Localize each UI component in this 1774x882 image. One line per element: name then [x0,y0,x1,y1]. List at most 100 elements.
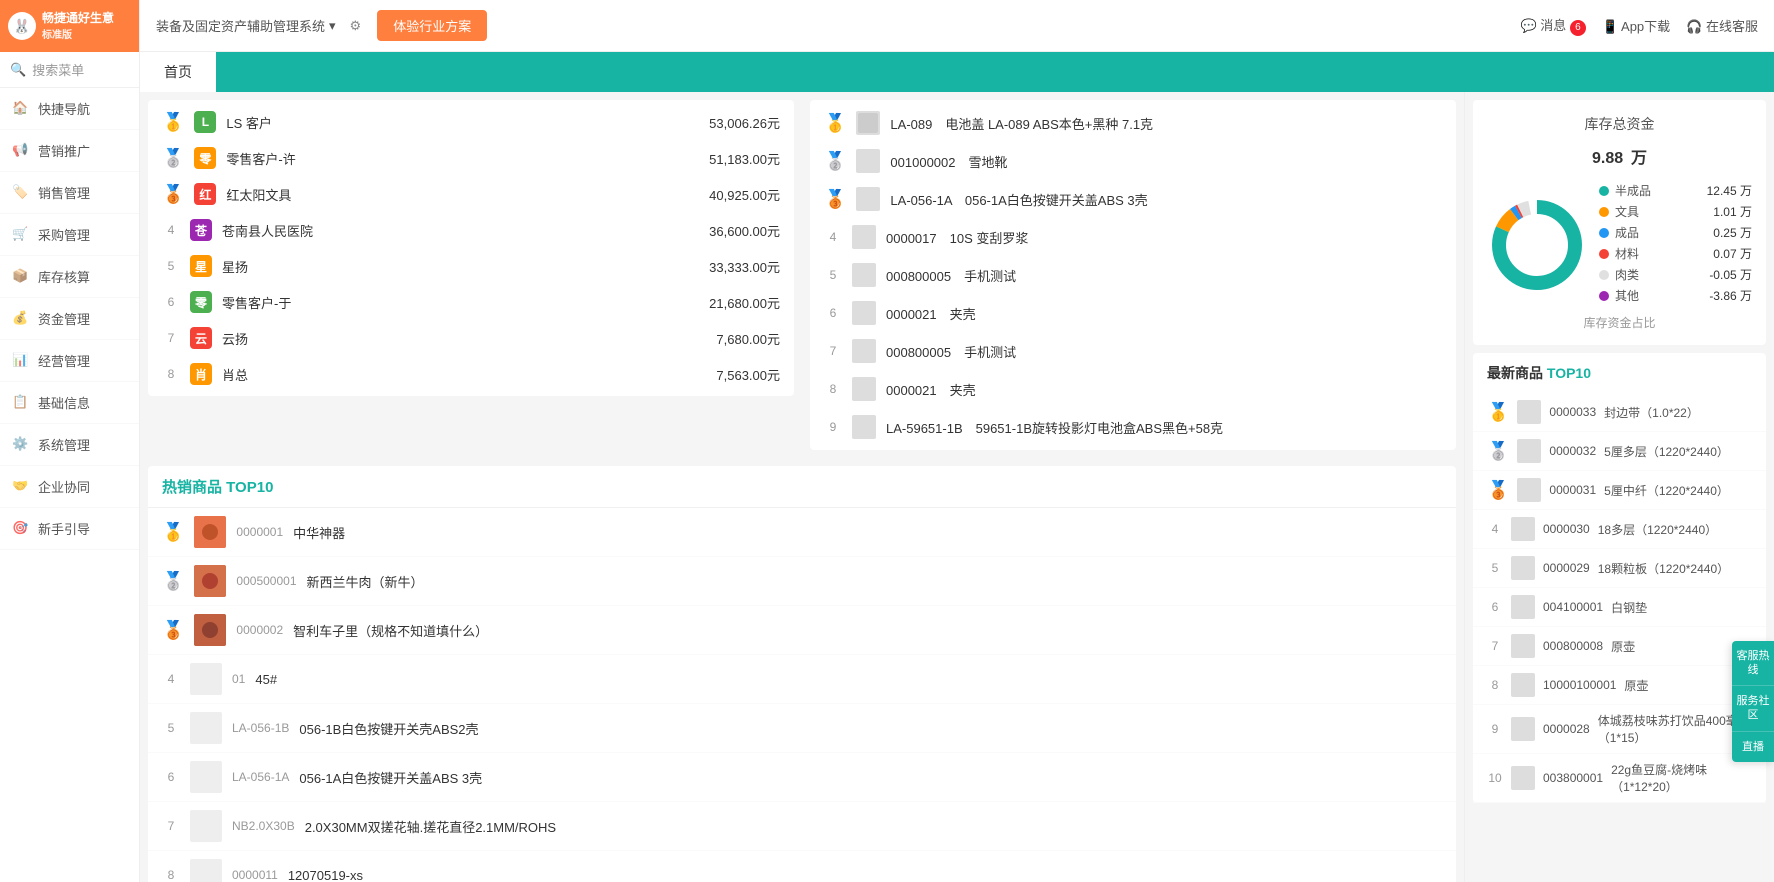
sidebar-item-marketing[interactable]: 📢 营销推广 [0,130,139,172]
customer-rank-list: 🥇 L LS 客户 53,006.26元 🥈 零 零售客户-许 51,183.0… [148,100,794,396]
medal-silver-icon: 🥈 [824,151,846,172]
sidebar-item-system[interactable]: ⚙️ 系统管理 [0,424,139,466]
product-thumbnail [194,565,226,597]
marketing-icon: 📢 [12,142,30,160]
product-img [1517,400,1541,424]
content-right: 库存总资金 9.88 万 [1464,92,1774,882]
sidebar-item-operation[interactable]: 📊 经营管理 [0,340,139,382]
product-top10-panel: 🥇 LA-089 电池盖 LA-089 ABS本色+黑种 7.1克 🥈 0010… [802,92,1464,458]
nav-tabs: 首页 [140,52,1774,92]
product-img [1517,478,1541,502]
list-item: 4 0000030 18多层（1220*2440） [1473,510,1766,549]
legend-item: 成品 0.25 万 [1599,224,1752,241]
product-img [1511,766,1535,790]
sidebar-item-purchase[interactable]: 🛒 采购管理 [0,214,139,256]
online-service[interactable]: 🎧 在线客服 [1686,16,1758,35]
product-img [852,415,876,439]
legend-dot [1599,291,1609,301]
main-area: 装备及固定资产辅助管理系统 ▾ ⚙ 体验行业方案 💬 消息 6 📱 App下载 … [140,0,1774,882]
legend-item: 材料 0.07 万 [1599,245,1752,262]
product-thumbnail [190,859,222,882]
table-row: 5 星 星扬 33,333.00元 [148,248,794,284]
system-name: 装备及固定资产辅助管理系统 [156,16,325,35]
message-area[interactable]: 💬 消息 6 [1520,15,1585,36]
sidebar-item-stock[interactable]: 📦 库存核算 [0,256,139,298]
medal-gold-icon: 🥇 [162,522,184,543]
sidebar-item-sales[interactable]: 🏷️ 销售管理 [0,172,139,214]
stock-legend: 半成品 12.45 万 文具 1.01 万 成品 0.25 万 [1599,182,1752,308]
table-row: 7 云 云扬 7,680.00元 [148,320,794,356]
phone-icon: 📱 [1602,19,1618,34]
newest-products-panel: 最新商品 TOP10 🥇 0000033 封边带（1.0*22） 🥈 00000… [1473,353,1766,803]
list-item: 9 0000028 体城荔枝味苏打饮品400毫升（1*15） [1473,705,1766,754]
product-rank-list: 🥇 LA-089 电池盖 LA-089 ABS本色+黑种 7.1克 🥈 0010… [810,100,1456,450]
purchase-icon: 🛒 [12,226,30,244]
legend-item: 文具 1.01 万 [1599,203,1752,220]
customer-badge: 零 [190,291,212,313]
stock-amount: 9.88 万 [1487,138,1752,170]
product-img [852,263,876,287]
settings-icon[interactable]: ⚙ [350,18,362,34]
table-row: 🥈 001000002 雪地靴 [810,142,1456,180]
product-img [1511,717,1535,741]
legend-dot [1599,249,1609,259]
medal-gold-icon: 🥇 [824,113,846,134]
legend-dot [1599,228,1609,238]
customer-service-button[interactable]: 客服热线 [1732,641,1774,687]
medal-bronze-icon: 🥉 [162,184,184,205]
customer-top10-panel: 🥇 L LS 客户 53,006.26元 🥈 零 零售客户-许 51,183.0… [140,92,802,458]
list-item: 🥉 0000031 5厘中纤（1220*2440） [1473,471,1766,510]
legend-dot [1599,186,1609,196]
tab-home[interactable]: 首页 [140,52,216,92]
stock-title: 库存总资金 [1487,114,1752,134]
product-img [856,149,880,173]
product-thumbnail [194,614,226,646]
sidebar-item-coop[interactable]: 🤝 企业协同 [0,466,139,508]
guide-icon: 🎯 [12,520,30,538]
legend-item: 其他 -3.86 万 [1599,287,1752,304]
product-panel: 🥇 LA-089 电池盖 LA-089 ABS本色+黑种 7.1克 🥈 0010… [810,100,1456,450]
medal-silver-icon: 🥈 [162,148,184,169]
topbar-right: 💬 消息 6 📱 App下载 🎧 在线客服 [1520,15,1758,36]
product-img [1511,673,1535,697]
product-thumbnail [190,761,222,793]
table-row: 🥇 LA-089 电池盖 LA-089 ABS本色+黑种 7.1克 [810,104,1456,142]
list-item: 5 0000029 18颗粒板（1220*2440） [1473,549,1766,588]
try-plan-button[interactable]: 体验行业方案 [377,10,487,41]
table-row: 8 肖 肖总 7,563.00元 [148,356,794,392]
legend-item: 肉类 -0.05 万 [1599,266,1752,283]
product-thumbnail [190,712,222,744]
table-row: 🥉 红 红太阳文具 40,925.00元 [148,176,794,212]
logo-text: 畅捷通好生意 标准版 [42,11,114,40]
live-stream-button[interactable]: 直播 [1732,732,1774,762]
medal-gold-icon: 🥇 [162,112,184,133]
legend-dot [1599,207,1609,217]
app-download[interactable]: 📱 App下载 [1602,16,1670,35]
top-section: 🥇 L LS 客户 53,006.26元 🥈 零 零售客户-许 51,183.0… [140,92,1464,458]
product-img [852,301,876,325]
service-community-button[interactable]: 服务社区 [1732,686,1774,732]
stock-icon: 📦 [12,268,30,286]
customer-badge: 苍 [190,219,212,241]
message-icon: 💬 [1520,18,1536,33]
list-item: 🥉 0000002 智利车子里（规格不知道填什么） [148,606,1456,655]
table-row: 🥈 零 零售客户-许 51,183.00元 [148,140,794,176]
list-item: 5 LA-056-1B 056-1B白色按键开关壳ABS2壳 [148,704,1456,753]
system-selector[interactable]: 装备及固定资产辅助管理系统 ▾ [156,16,336,35]
sidebar-item-basic[interactable]: 📋 基础信息 [0,382,139,424]
search-menu[interactable]: 🔍 搜索菜单 [0,52,139,88]
table-row: 4 苍 苍南县人民医院 36,600.00元 [148,212,794,248]
sidebar-item-guide[interactable]: 🎯 新手引导 [0,508,139,550]
product-img [856,187,880,211]
customer-badge: 红 [194,183,216,205]
newest-header: 最新商品 TOP10 [1473,353,1766,393]
customer-badge: 星 [190,255,212,277]
list-item: 🥇 0000033 封边带（1.0*22） [1473,393,1766,432]
system-icon: ⚙️ [12,436,30,454]
medal-silver-icon: 🥈 [1487,441,1509,462]
product-img [856,111,880,135]
table-row: 🥇 L LS 客户 53,006.26元 [148,104,794,140]
customer-badge: 零 [194,147,216,169]
sidebar-item-finance[interactable]: 💰 资金管理 [0,298,139,340]
sidebar-item-quick[interactable]: 🏠 快捷导航 [0,88,139,130]
